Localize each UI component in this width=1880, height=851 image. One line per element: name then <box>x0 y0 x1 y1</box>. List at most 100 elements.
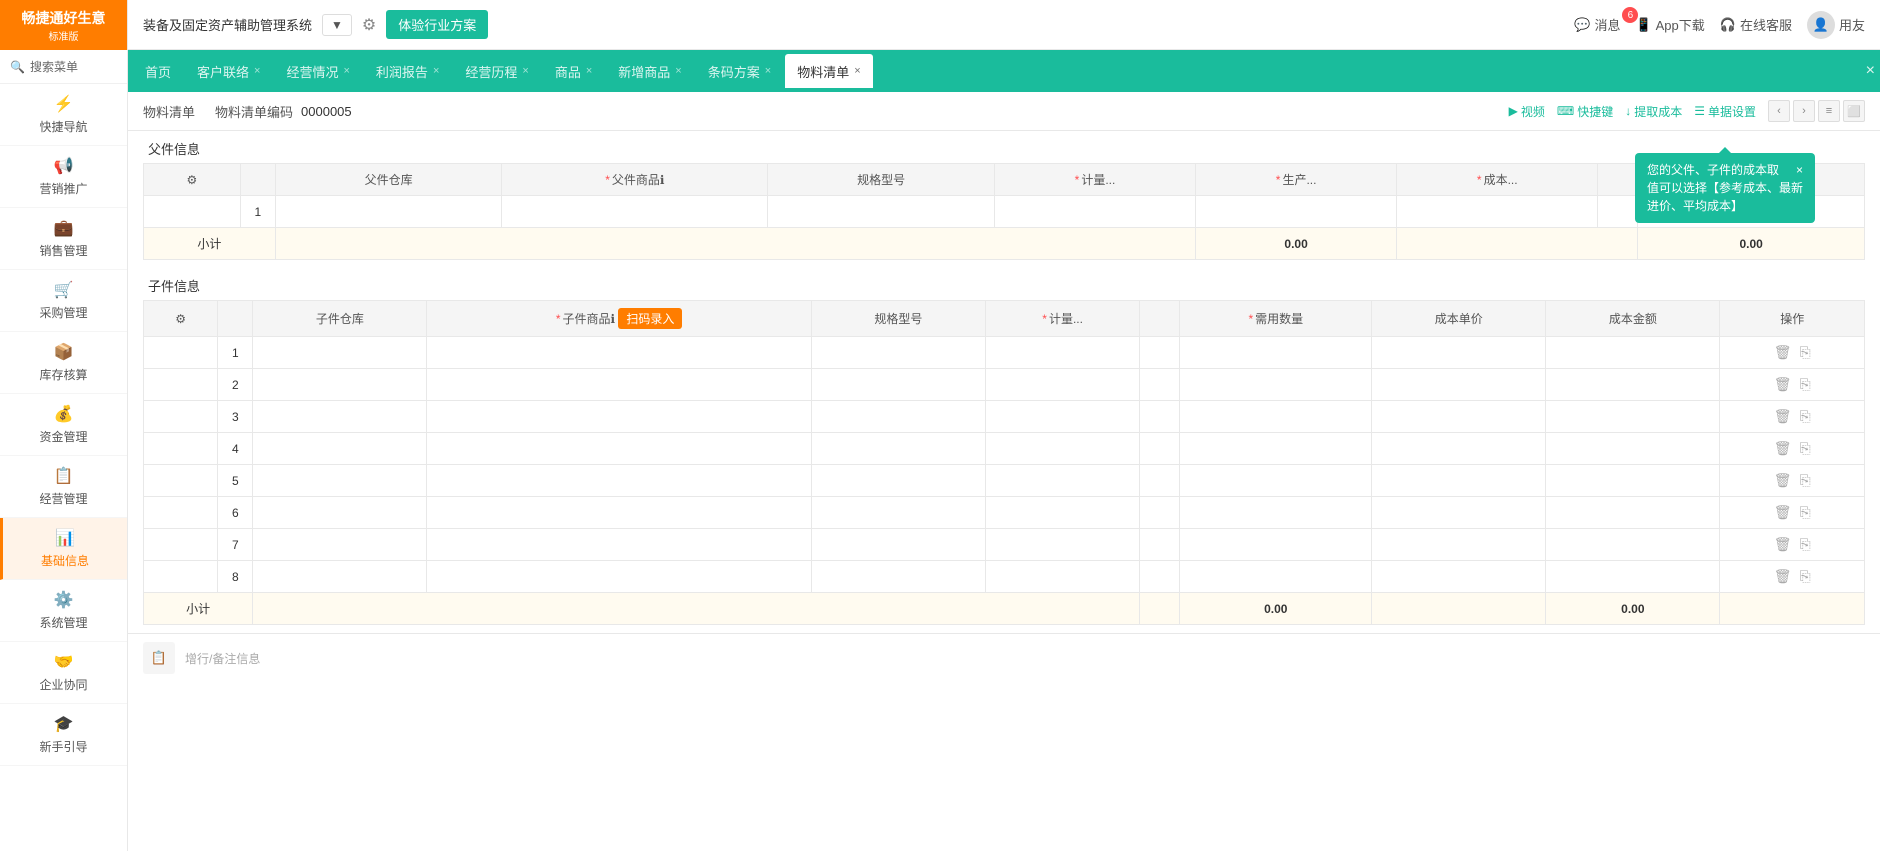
child-row-warehouse[interactable] <box>253 337 427 369</box>
child-row-quantity[interactable] <box>1180 433 1372 465</box>
child-row-spec[interactable] <box>811 561 985 593</box>
shortcut-action[interactable]: ⌨ 快捷键 <box>1557 103 1613 120</box>
child-row-spec[interactable] <box>811 433 985 465</box>
sidebar-item-marketing[interactable]: 📢 营销推广 <box>0 146 127 208</box>
parent-row-product[interactable] <box>502 196 768 228</box>
parent-row-production[interactable] <box>1196 196 1397 228</box>
breadcrumb-bom[interactable]: 物料清单 <box>143 102 195 121</box>
parent-row-warehouse[interactable] <box>275 196 502 228</box>
online-service-action[interactable]: 🎧 在线客服 <box>1720 15 1792 34</box>
nav-prev-button[interactable]: ‹ <box>1768 100 1790 122</box>
tab-operations-close[interactable]: × <box>343 65 349 77</box>
sidebar-item-finance[interactable]: 💰 资金管理 <box>0 394 127 456</box>
tab-history[interactable]: 经营历程 × <box>453 54 540 88</box>
tab-profit-close[interactable]: × <box>433 65 439 77</box>
delete-icon[interactable]: 🗑 <box>1774 376 1792 393</box>
child-row-product[interactable] <box>427 465 811 497</box>
child-row-product[interactable] <box>427 369 811 401</box>
child-row-settings[interactable] <box>144 433 218 465</box>
system-dropdown-button[interactable]: ▼ <box>322 14 352 36</box>
sidebar-search[interactable]: 🔍 搜索菜单 <box>0 50 127 84</box>
nav-next-button[interactable]: › <box>1793 100 1815 122</box>
sidebar-item-quick-nav[interactable]: ⚡ 快捷导航 <box>0 84 127 146</box>
child-row-spec[interactable] <box>811 369 985 401</box>
tab-customer[interactable]: 客户联络 × <box>185 54 272 88</box>
sidebar-item-basic-info[interactable]: 📊 基础信息 <box>0 518 127 580</box>
delete-icon[interactable]: 🗑 <box>1774 504 1792 521</box>
sidebar-item-operations[interactable]: 📋 经营管理 <box>0 456 127 518</box>
child-row-product[interactable] <box>427 561 811 593</box>
child-row-quantity[interactable] <box>1180 369 1372 401</box>
child-row-unit-cost[interactable] <box>1372 465 1546 497</box>
tab-barcode[interactable]: 条码方案 × <box>696 54 783 88</box>
tab-history-close[interactable]: × <box>522 65 528 77</box>
child-row-settings[interactable] <box>144 561 218 593</box>
tab-new-goods[interactable]: 新增商品 × <box>606 54 693 88</box>
nav-fullscreen-button[interactable]: ⬜ <box>1843 100 1865 122</box>
user-action[interactable]: 👤 用友 <box>1807 11 1865 39</box>
child-row-product[interactable] <box>427 401 811 433</box>
extract-cost-action[interactable]: ↓ 提取成本 <box>1625 103 1682 120</box>
child-row-quantity[interactable] <box>1180 401 1372 433</box>
child-row-settings[interactable] <box>144 337 218 369</box>
copy-icon[interactable]: ⎘ <box>1799 376 1810 393</box>
parent-row-unit[interactable] <box>994 196 1195 228</box>
sidebar-item-inventory[interactable]: 📦 库存核算 <box>0 332 127 394</box>
sidebar-item-system[interactable]: ⚙️ 系统管理 <box>0 580 127 642</box>
sidebar-item-sales[interactable]: 💼 销售管理 <box>0 208 127 270</box>
child-row-unit-cost[interactable] <box>1372 369 1546 401</box>
child-row-quantity[interactable] <box>1180 529 1372 561</box>
sidebar-item-enterprise[interactable]: 🤝 企业协同 <box>0 642 127 704</box>
nav-expand-button[interactable]: ≡ <box>1818 100 1840 122</box>
copy-icon[interactable]: ⎘ <box>1799 568 1810 585</box>
child-row-settings[interactable] <box>144 401 218 433</box>
parent-row-spec[interactable] <box>768 196 995 228</box>
tab-goods-close[interactable]: × <box>586 65 592 77</box>
child-row-quantity[interactable] <box>1180 497 1372 529</box>
sidebar-item-purchase[interactable]: 🛒 采购管理 <box>0 270 127 332</box>
child-row-spec[interactable] <box>811 401 985 433</box>
child-row-unit[interactable] <box>985 401 1139 433</box>
copy-icon[interactable]: ⎘ <box>1799 504 1810 521</box>
delete-icon[interactable]: 🗑 <box>1774 472 1792 489</box>
tab-bom[interactable]: 物料清单 × <box>785 54 872 88</box>
child-row-product[interactable] <box>427 337 811 369</box>
child-row-unit[interactable] <box>985 561 1139 593</box>
child-row-warehouse[interactable] <box>253 529 427 561</box>
child-row-quantity[interactable] <box>1180 337 1372 369</box>
child-row-warehouse[interactable] <box>253 497 427 529</box>
tab-bom-close[interactable]: × <box>854 65 860 77</box>
child-row-quantity[interactable] <box>1180 465 1372 497</box>
parent-col-settings[interactable]: ⚙ <box>144 164 241 196</box>
child-row-settings[interactable] <box>144 529 218 561</box>
child-row-spec[interactable] <box>811 529 985 561</box>
single-settings-action[interactable]: ☰ 单据设置 <box>1694 103 1756 120</box>
tab-barcode-close[interactable]: × <box>765 65 771 77</box>
copy-icon[interactable]: ⎘ <box>1799 344 1810 361</box>
tab-customer-close[interactable]: × <box>254 65 260 77</box>
child-row-unit-cost[interactable] <box>1372 497 1546 529</box>
child-row-unit[interactable] <box>985 497 1139 529</box>
tab-operations[interactable]: 经营情况 × <box>274 54 361 88</box>
experience-button[interactable]: 体验行业方案 <box>386 10 488 39</box>
child-row-warehouse[interactable] <box>253 561 427 593</box>
child-col-settings[interactable]: ⚙ <box>144 301 218 337</box>
copy-icon[interactable]: ⎘ <box>1799 536 1810 553</box>
view-action[interactable]: ▶ 视频 <box>1509 103 1545 120</box>
delete-icon[interactable]: 🗑 <box>1774 440 1792 457</box>
child-row-spec[interactable] <box>811 465 985 497</box>
child-row-unit[interactable] <box>985 369 1139 401</box>
child-row-unit[interactable] <box>985 337 1139 369</box>
delete-icon[interactable]: 🗑 <box>1774 536 1792 553</box>
child-row-settings[interactable] <box>144 465 218 497</box>
child-row-warehouse[interactable] <box>253 433 427 465</box>
child-row-settings[interactable] <box>144 497 218 529</box>
child-row-unit-cost[interactable] <box>1372 433 1546 465</box>
child-row-unit-cost[interactable] <box>1372 529 1546 561</box>
app-download-action[interactable]: 📱 App下载 <box>1635 15 1704 34</box>
tab-profit[interactable]: 利润报告 × <box>364 54 451 88</box>
child-row-unit[interactable] <box>985 465 1139 497</box>
tab-home[interactable]: 首页 <box>133 54 183 88</box>
parent-row-settings[interactable] <box>144 196 241 228</box>
child-row-unit-cost[interactable] <box>1372 401 1546 433</box>
